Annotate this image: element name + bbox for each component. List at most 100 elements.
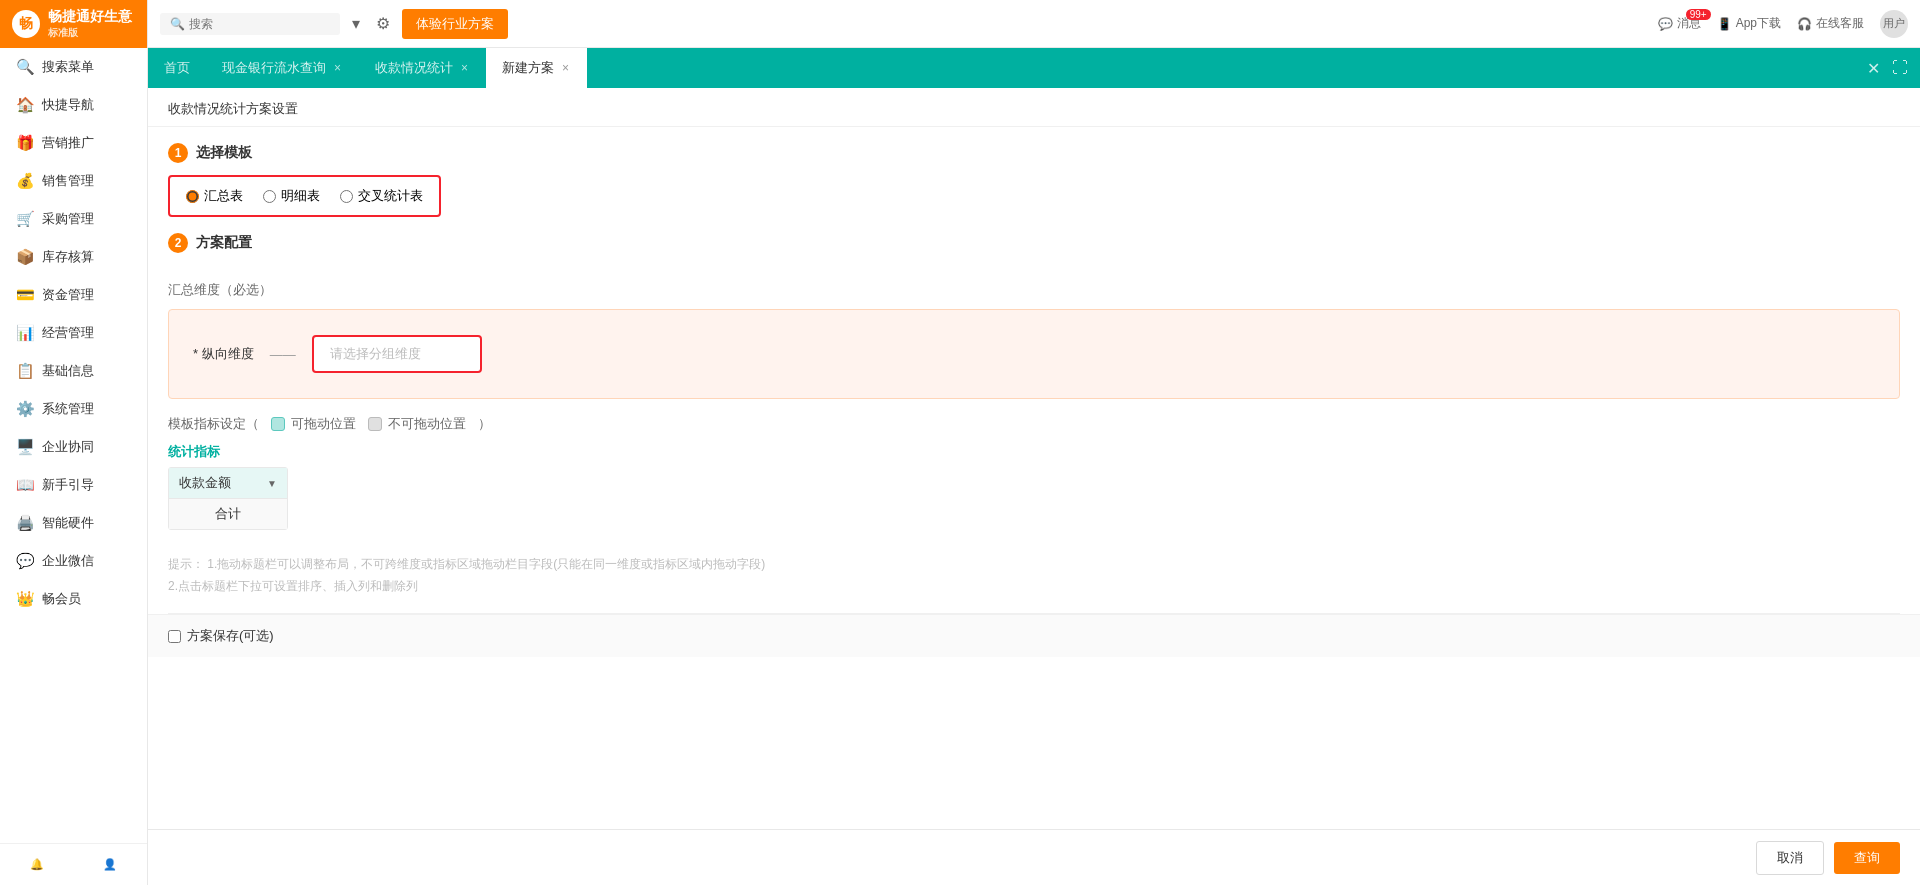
sidebar-item-label: 智能硬件 (42, 514, 94, 532)
hint-line1: 提示： 1.拖动标题栏可以调整布局，不可跨维度或指标区域拖动栏目字段(只能在同一… (168, 554, 1900, 576)
dimension-title-text: 汇总维度（必选） (168, 282, 272, 297)
sidebar-item-system[interactable]: ⚙️ 系统管理 (0, 390, 147, 428)
hint-line2: 2.点击标题栏下拉可设置排序、插入列和删除列 (168, 576, 1900, 598)
service-item[interactable]: 🎧 在线客服 (1797, 15, 1864, 32)
radio-cross-label: 交叉统计表 (358, 187, 423, 205)
tab-home-label: 首页 (164, 59, 190, 77)
search-input[interactable] (189, 17, 329, 31)
bell-icon: 🔔 (30, 858, 44, 871)
sidebar-item-basic-info[interactable]: 📋 基础信息 (0, 352, 147, 390)
dimension-selector[interactable]: 请选择分组维度 (312, 335, 482, 373)
movable-legend: 可拖动位置 (271, 415, 356, 433)
sidebar-menu: 🔍 搜索菜单 🏠 快捷导航 🎁 营销推广 💰 销售管理 🛒 采购管理 📦 库存核… (0, 48, 147, 843)
arrow-icon: —— (270, 347, 296, 362)
monitor-icon: 🖥️ (16, 438, 34, 456)
sidebar-item-wechat[interactable]: 💬 企业微信 (0, 542, 147, 580)
crown-icon: 👑 (16, 590, 34, 608)
sidebar-item-label: 企业微信 (42, 552, 94, 570)
sidebar-item-label: 基础信息 (42, 362, 94, 380)
search-bar[interactable]: 🔍 (160, 13, 340, 35)
radio-detail[interactable]: 明细表 (263, 187, 320, 205)
sidebar-item-label: 企业协同 (42, 438, 94, 456)
dimension-area: * 纵向维度 —— 请选择分组维度 (168, 309, 1900, 399)
tab-bank-flow-label: 现金银行流水查询 (222, 59, 326, 77)
tab-receipt-stats[interactable]: 收款情况统计 × (359, 48, 486, 88)
metrics-section: 模板指标设定（ 可拖动位置 不可拖动位置 ） 统计指标 收款金额 (148, 415, 1920, 546)
expand-button[interactable]: ⛶ (1888, 55, 1912, 81)
tab-bank-flow[interactable]: 现金银行流水查询 × (206, 48, 359, 88)
sidebar-item-member[interactable]: 👑 畅会员 (0, 580, 147, 618)
sidebar-item-quick-nav[interactable]: 🏠 快捷导航 (0, 86, 147, 124)
metrics-col-header[interactable]: 收款金额 ▼ (169, 468, 287, 498)
sidebar-item-sales[interactable]: 💰 销售管理 (0, 162, 147, 200)
fixed-dot (368, 417, 382, 431)
dimension-section-title: 汇总维度（必选） (168, 281, 1900, 299)
dimension-placeholder: 请选择分组维度 (330, 346, 421, 361)
close-all-button[interactable]: ✕ (1863, 55, 1884, 82)
logo-icon: 畅 (12, 10, 40, 38)
search-dropdown-button[interactable]: ▾ (348, 10, 364, 37)
sidebar-item-operation[interactable]: 📊 经营管理 (0, 314, 147, 352)
hint-section: 提示： 1.拖动标题栏可以调整布局，不可跨维度或指标区域拖动栏目字段(只能在同一… (148, 546, 1920, 613)
cancel-button[interactable]: 取消 (1756, 841, 1824, 875)
row-value-text: 合计 (215, 506, 241, 521)
radio-summary[interactable]: 汇总表 (186, 187, 243, 205)
step1-section: 1 选择模板 汇总表 明细表 交叉统计表 (148, 127, 1920, 233)
box-icon: 📦 (16, 248, 34, 266)
radio-cross-input[interactable] (340, 190, 353, 203)
sidebar-item-purchase[interactable]: 🛒 采购管理 (0, 200, 147, 238)
sidebar-logo: 畅 畅捷通好生意 标准版 (0, 0, 147, 48)
movable-label: 可拖动位置 (291, 415, 356, 433)
settings-gear-icon[interactable]: ⚙ (372, 10, 394, 37)
mobile-icon: 📱 (1717, 17, 1732, 31)
avatar-text: 用户 (1883, 16, 1905, 31)
metrics-header: 模板指标设定（ 可拖动位置 不可拖动位置 ） (168, 415, 1900, 433)
step2-section: 2 方案配置 (148, 233, 1920, 281)
sidebar-footer-feedback[interactable]: 🔔 (0, 852, 74, 877)
tab-bank-flow-close[interactable]: × (332, 59, 343, 77)
gear-icon: ⚙️ (16, 400, 34, 418)
step2-title: 方案配置 (196, 234, 252, 252)
sidebar-item-inventory[interactable]: 📦 库存核算 (0, 238, 147, 276)
sidebar-item-marketing[interactable]: 🎁 营销推广 (0, 124, 147, 162)
wechat-icon: 💬 (16, 552, 34, 570)
user-avatar[interactable]: 用户 (1880, 10, 1908, 38)
col-header-label: 收款金额 (179, 474, 231, 492)
step1-title: 选择模板 (196, 144, 252, 162)
tab-new-plan[interactable]: 新建方案 × (486, 48, 587, 88)
sidebar-footer: 🔔 👤 (0, 843, 147, 885)
tab-receipt-stats-close[interactable]: × (459, 59, 470, 77)
industry-plan-button[interactable]: 体验行业方案 (402, 9, 508, 39)
tabbar: 首页 现金银行流水查询 × 收款情况统计 × 新建方案 × ✕ ⛶ (148, 48, 1920, 88)
chart-icon: 📊 (16, 324, 34, 342)
sidebar-footer-profile[interactable]: 👤 (74, 852, 148, 877)
sidebar-item-finance[interactable]: 💳 资金管理 (0, 276, 147, 314)
closing-paren: ） (478, 415, 491, 433)
download-item[interactable]: 📱 App下载 (1717, 15, 1781, 32)
message-item[interactable]: 💬 消息 99+ (1658, 15, 1701, 32)
dimension-config: 汇总维度（必选） * 纵向维度 —— 请选择分组维度 (148, 281, 1920, 415)
sidebar-item-hardware[interactable]: 🖨️ 智能硬件 (0, 504, 147, 542)
tab-new-plan-close[interactable]: × (560, 59, 571, 77)
radio-cross[interactable]: 交叉统计表 (340, 187, 423, 205)
sidebar-item-search-menu[interactable]: 🔍 搜索菜单 (0, 48, 147, 86)
col-dropdown-icon[interactable]: ▼ (267, 478, 277, 489)
main-area: 🔍 ▾ ⚙ 体验行业方案 💬 消息 99+ 📱 App下载 🎧 在线客服 用户 (148, 0, 1920, 885)
info-icon: 📋 (16, 362, 34, 380)
sidebar-item-guide[interactable]: 📖 新手引导 (0, 466, 147, 504)
save-checkbox-label[interactable]: 方案保存(可选) (168, 627, 274, 645)
page-header: 收款情况统计方案设置 (148, 88, 1920, 127)
tab-home[interactable]: 首页 (148, 48, 206, 88)
sidebar-item-enterprise[interactable]: 🖥️ 企业协同 (0, 428, 147, 466)
sales-icon: 💰 (16, 172, 34, 190)
radio-detail-input[interactable] (263, 190, 276, 203)
content-area: 收款情况统计方案设置 1 选择模板 汇总表 明细表 (148, 88, 1920, 829)
query-button[interactable]: 查询 (1834, 842, 1900, 874)
radio-summary-input[interactable] (186, 190, 199, 203)
search-icon: 🔍 (170, 17, 185, 31)
radio-detail-label: 明细表 (281, 187, 320, 205)
metrics-group-title: 统计指标 (168, 443, 1900, 461)
save-checkbox[interactable] (168, 630, 181, 643)
sidebar-item-label: 采购管理 (42, 210, 94, 228)
home-icon: 🏠 (16, 96, 34, 114)
